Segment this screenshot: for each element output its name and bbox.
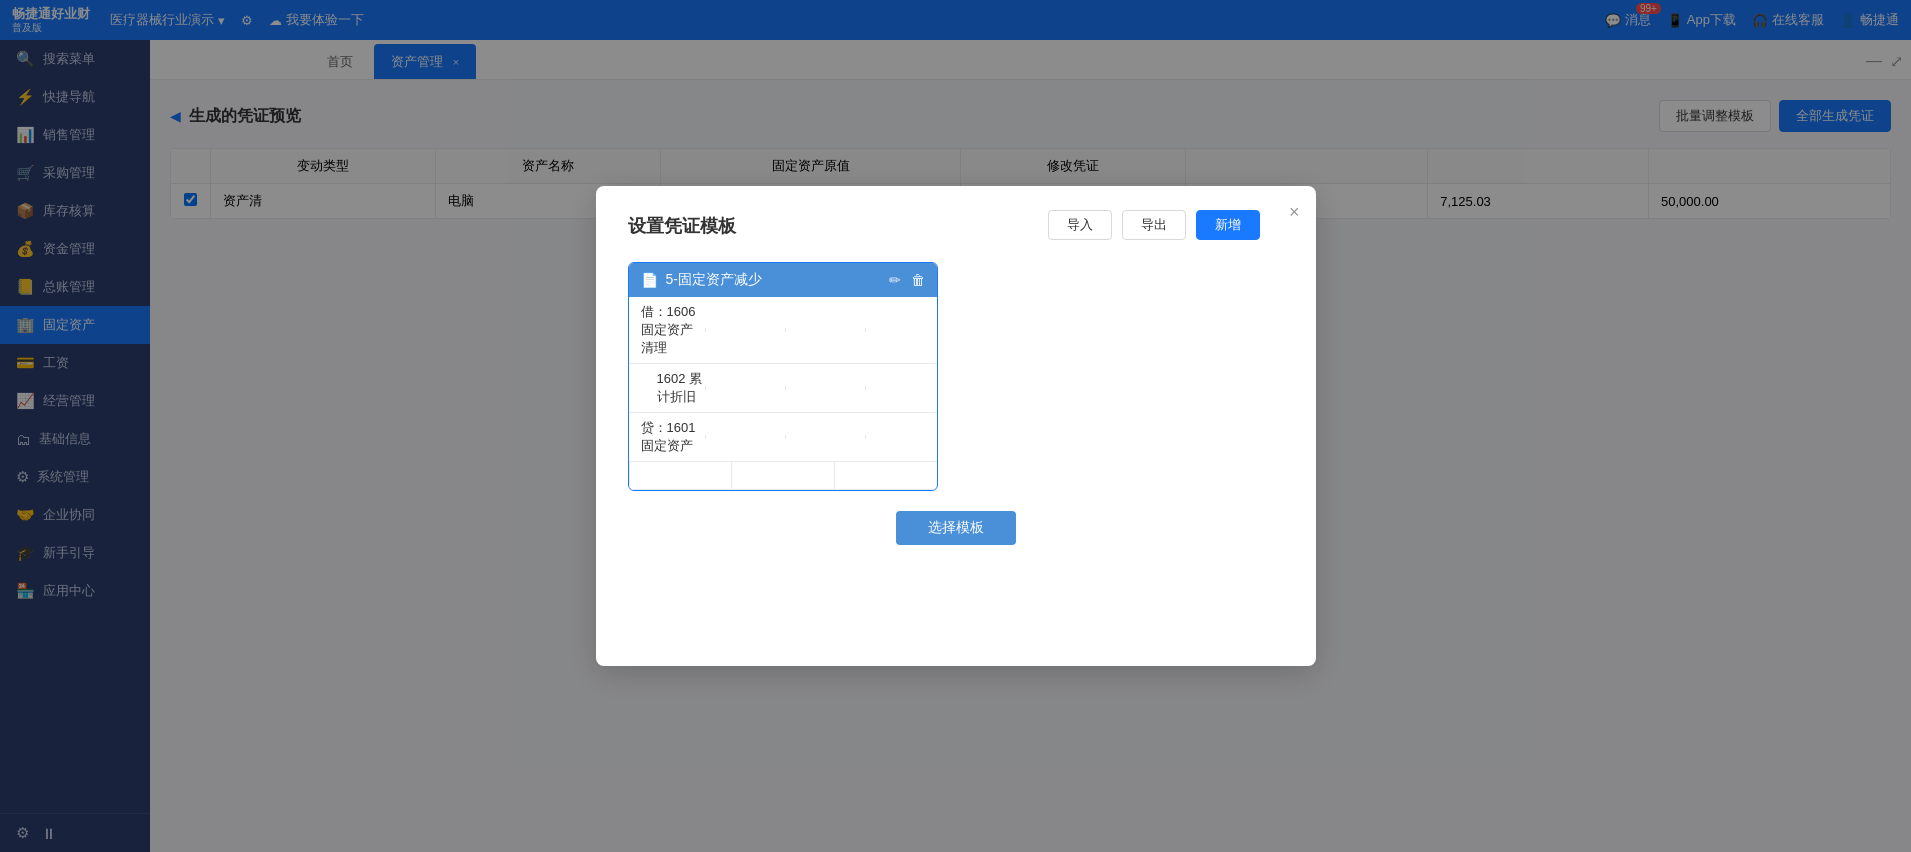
template-edit-icon[interactable]: ✏	[889, 272, 901, 288]
template-card-header: 📄 5-固定资产减少 ✏ 🗑	[629, 263, 937, 297]
import-button[interactable]: 导入	[1048, 210, 1112, 240]
template-doc-icon: 📄	[641, 272, 658, 288]
debit-row-1: 借：1606 固定资产清理	[629, 297, 937, 364]
page-content: ◀ 生成的凭证预览 批量调整模板 全部生成凭证 变动类型	[150, 80, 1911, 852]
modal-action-buttons: 导入 导出 新增	[1048, 210, 1260, 240]
template-header-actions: ✏ 🗑	[889, 272, 925, 288]
page-area: 首页 资产管理 × — ⤢ ◀ 生成的凭证预览 批量调整模板 全部生成凭证	[150, 40, 1911, 852]
export-button[interactable]: 导出	[1122, 210, 1186, 240]
template-card: 📄 5-固定资产减少 ✏ 🗑 借：1606 固定资产清理	[628, 262, 938, 491]
modal-close-button[interactable]: ×	[1289, 202, 1300, 223]
new-template-button[interactable]: 新增	[1196, 210, 1260, 240]
modal-dialog: 设置凭证模板 × 导入 导出 新增 📄 5-固定资产减少	[596, 186, 1316, 666]
credit-row-1: 贷：1601 固定资产	[629, 413, 937, 462]
template-name: 5-固定资产减少	[666, 271, 762, 289]
template-card-body: 借：1606 固定资产清理 1602 累计折旧	[629, 297, 937, 490]
template-empty-row	[629, 462, 937, 490]
template-delete-icon[interactable]: 🗑	[911, 272, 925, 288]
modal-overlay: 设置凭证模板 × 导入 导出 新增 📄 5-固定资产减少	[150, 80, 1911, 852]
select-template-button[interactable]: 选择模板	[896, 511, 1016, 545]
debit-row-2: 1602 累计折旧	[629, 364, 937, 413]
